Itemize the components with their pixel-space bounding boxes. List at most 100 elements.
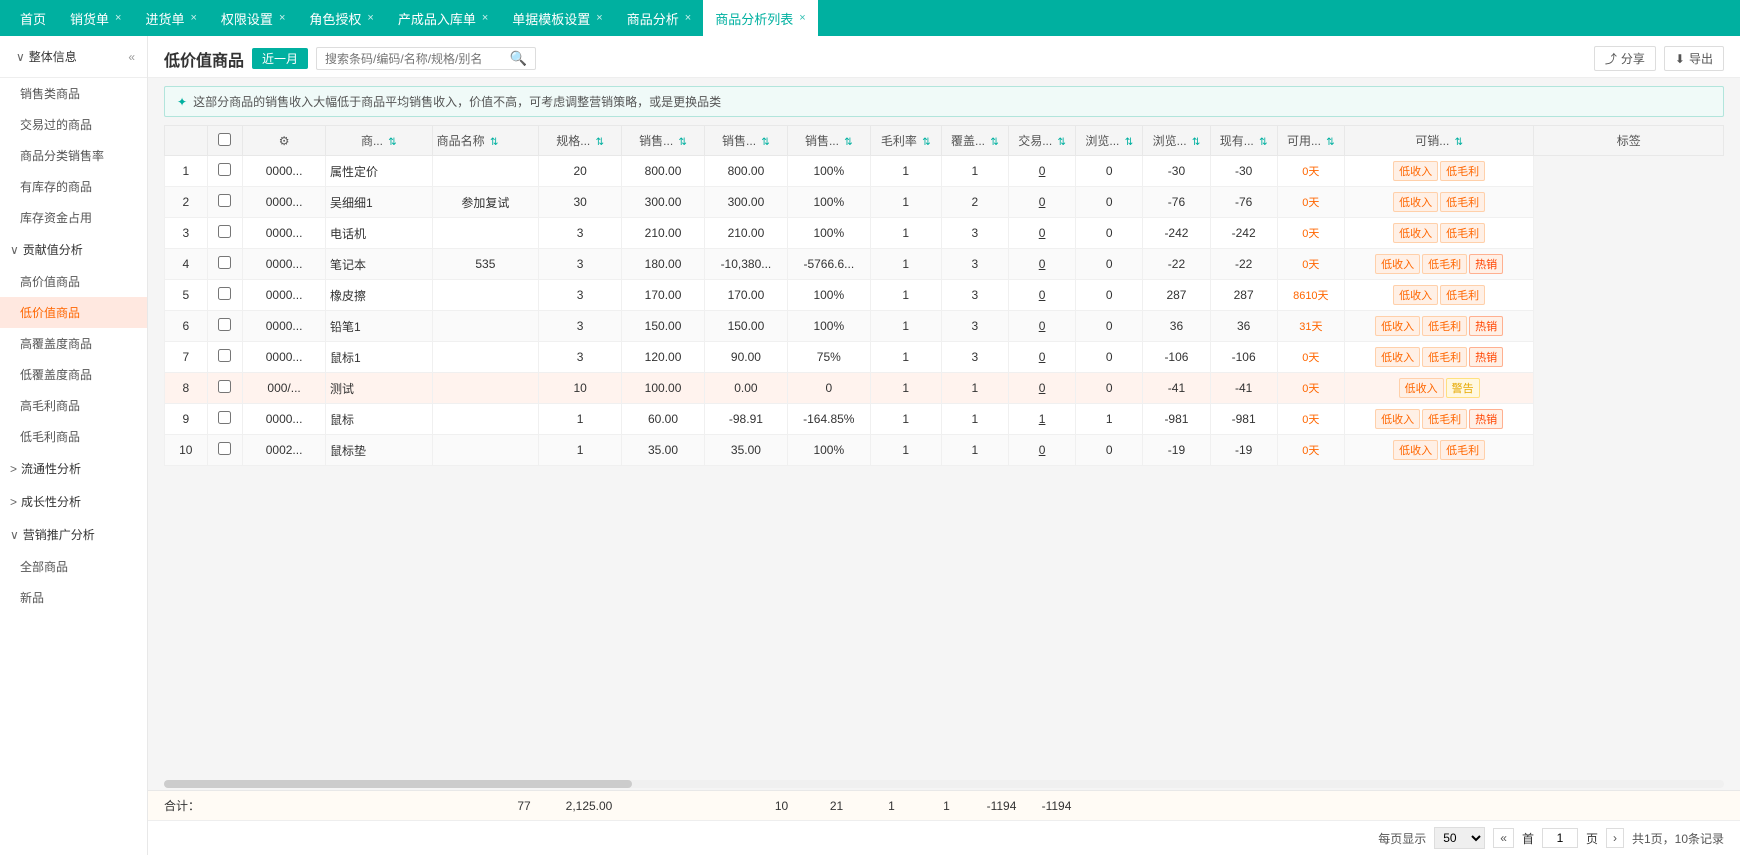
col-header-settings[interactable]: ⚙ bbox=[243, 126, 326, 156]
row-checkbox[interactable] bbox=[218, 442, 231, 455]
next-page-btn[interactable]: › bbox=[1606, 828, 1624, 848]
search-input[interactable] bbox=[325, 52, 510, 66]
table-scrollbar[interactable] bbox=[164, 780, 1724, 788]
first-page-btn[interactable]: « bbox=[1493, 828, 1514, 848]
page-number-input[interactable] bbox=[1542, 828, 1578, 848]
row-sale-amt: 120.00 bbox=[622, 342, 705, 373]
notice-text: 这部分商品的销售收入大幅低于商品平均销售收入，价值不高，可考虑调整营销策略，或是… bbox=[193, 93, 721, 110]
row-check[interactable] bbox=[207, 373, 243, 404]
close-product-in-icon[interactable]: × bbox=[482, 12, 488, 24]
nav-product-in[interactable]: 产成品入库单 × bbox=[386, 0, 500, 36]
sidebar-item-category-rate[interactable]: 商品分类销售率 bbox=[0, 140, 147, 171]
nav-role[interactable]: 角色授权 × bbox=[297, 0, 385, 36]
notice-icon: ✦ bbox=[177, 95, 187, 109]
row-checkbox[interactable] bbox=[218, 318, 231, 331]
sidebar-group-marketing[interactable]: ∨ 营销推广分析 bbox=[0, 518, 147, 551]
row-name: 属性定价 bbox=[326, 156, 433, 187]
row-check[interactable] bbox=[207, 280, 243, 311]
browse1-link[interactable]: 1 bbox=[1039, 412, 1046, 426]
browse1-link[interactable]: 0 bbox=[1039, 164, 1046, 178]
row-check[interactable] bbox=[207, 435, 243, 466]
tag-低毛利: 低毛利 bbox=[1422, 254, 1467, 274]
browse1-link[interactable]: 0 bbox=[1039, 350, 1046, 364]
sidebar-item-low-value[interactable]: 低价值商品 bbox=[0, 297, 147, 328]
row-checkbox[interactable] bbox=[218, 287, 231, 300]
browse1-link[interactable]: 0 bbox=[1039, 443, 1046, 457]
row-check[interactable] bbox=[207, 342, 243, 373]
sidebar-group-contribution[interactable]: ∨ 贡献值分析 bbox=[0, 233, 147, 266]
close-purchase-icon[interactable]: × bbox=[190, 12, 196, 24]
browse1-link[interactable]: 0 bbox=[1039, 226, 1046, 240]
close-permission-icon[interactable]: × bbox=[279, 12, 285, 24]
nav-template[interactable]: 单据模板设置 × bbox=[500, 0, 614, 36]
row-name: 鼠标垫 bbox=[326, 435, 433, 466]
browse1-link[interactable]: 0 bbox=[1039, 195, 1046, 209]
row-browse1[interactable]: 0 bbox=[1008, 280, 1075, 311]
sidebar-item-low-profit[interactable]: 低毛利商品 bbox=[0, 421, 147, 452]
row-sale-amt: 100.00 bbox=[622, 373, 705, 404]
share-button[interactable]: ⤴ 分享 bbox=[1594, 46, 1656, 71]
row-checkbox[interactable] bbox=[218, 194, 231, 207]
row-browse1[interactable]: 0 bbox=[1008, 187, 1075, 218]
sidebar-collapse-btn[interactable]: « bbox=[122, 44, 141, 70]
nav-home[interactable]: 首页 bbox=[8, 0, 58, 36]
nav-permission[interactable]: 权限设置 × bbox=[209, 0, 297, 36]
row-check[interactable] bbox=[207, 311, 243, 342]
row-browse1[interactable]: 0 bbox=[1008, 342, 1075, 373]
sidebar-group-flow-label: 流通性分析 bbox=[21, 460, 81, 477]
browse1-link[interactable]: 0 bbox=[1039, 288, 1046, 302]
sidebar-item-new-goods[interactable]: 新品 bbox=[0, 582, 147, 613]
sidebar-item-high-value[interactable]: 高价值商品 bbox=[0, 266, 147, 297]
row-checkbox[interactable] bbox=[218, 163, 231, 176]
row-checkbox[interactable] bbox=[218, 256, 231, 269]
row-check[interactable] bbox=[207, 187, 243, 218]
nav-analysis-list[interactable]: 商品分析列表 × bbox=[703, 0, 817, 36]
row-browse1[interactable]: 0 bbox=[1008, 311, 1075, 342]
row-browse1[interactable]: 0 bbox=[1008, 249, 1075, 280]
row-tags: 低收入低毛利热销 bbox=[1344, 342, 1533, 373]
nav-sales[interactable]: 销货单 × bbox=[58, 0, 133, 36]
close-analysis-list-icon[interactable]: × bbox=[799, 12, 805, 24]
row-checkbox[interactable] bbox=[218, 411, 231, 424]
sidebar-item-traded-goods[interactable]: 交易过的商品 bbox=[0, 109, 147, 140]
export-button[interactable]: ⬇ 导出 bbox=[1664, 46, 1724, 71]
row-sale-amt: 150.00 bbox=[622, 311, 705, 342]
close-analysis-icon[interactable]: × bbox=[685, 12, 691, 24]
close-template-icon[interactable]: × bbox=[596, 12, 602, 24]
sidebar-group-overall[interactable]: ∨ 整体信息 bbox=[6, 40, 87, 73]
browse1-link[interactable]: 0 bbox=[1039, 257, 1046, 271]
sidebar-item-stocked-goods[interactable]: 有库存的商品 bbox=[0, 171, 147, 202]
select-all-checkbox[interactable] bbox=[218, 133, 231, 146]
row-check[interactable] bbox=[207, 404, 243, 435]
sidebar-group-growth[interactable]: > 成长性分析 bbox=[0, 485, 147, 518]
sidebar-item-all-goods[interactable]: 全部商品 bbox=[0, 551, 147, 582]
sidebar-group-flow[interactable]: > 流通性分析 bbox=[0, 452, 147, 485]
row-spec bbox=[432, 156, 539, 187]
sidebar-item-sales-goods[interactable]: 销售类商品 bbox=[0, 78, 147, 109]
row-check[interactable] bbox=[207, 156, 243, 187]
browse1-link[interactable]: 0 bbox=[1039, 381, 1046, 395]
period-button[interactable]: 近一月 bbox=[252, 48, 308, 69]
sidebar-item-stock-capital[interactable]: 库存资金占用 bbox=[0, 202, 147, 233]
close-role-icon[interactable]: × bbox=[367, 12, 373, 24]
search-icon[interactable]: 🔍 bbox=[510, 50, 527, 67]
sidebar-item-high-profit[interactable]: 高毛利商品 bbox=[0, 390, 147, 421]
row-checkbox[interactable] bbox=[218, 225, 231, 238]
sidebar-item-low-coverage[interactable]: 低覆盖度商品 bbox=[0, 359, 147, 390]
page-size-select[interactable]: 50 10 20 100 bbox=[1434, 827, 1485, 849]
row-browse1[interactable]: 0 bbox=[1008, 218, 1075, 249]
sidebar-item-high-coverage[interactable]: 高覆盖度商品 bbox=[0, 328, 147, 359]
row-margin: 100% bbox=[787, 280, 870, 311]
nav-purchase[interactable]: 进货单 × bbox=[133, 0, 208, 36]
row-browse1[interactable]: 0 bbox=[1008, 435, 1075, 466]
row-check[interactable] bbox=[207, 249, 243, 280]
row-checkbox[interactable] bbox=[218, 380, 231, 393]
row-browse1[interactable]: 0 bbox=[1008, 373, 1075, 404]
row-browse1[interactable]: 0 bbox=[1008, 156, 1075, 187]
close-sales-icon[interactable]: × bbox=[115, 12, 121, 24]
nav-analysis[interactable]: 商品分析 × bbox=[615, 0, 703, 36]
row-browse1[interactable]: 1 bbox=[1008, 404, 1075, 435]
row-checkbox[interactable] bbox=[218, 349, 231, 362]
browse1-link[interactable]: 0 bbox=[1039, 319, 1046, 333]
row-check[interactable] bbox=[207, 218, 243, 249]
